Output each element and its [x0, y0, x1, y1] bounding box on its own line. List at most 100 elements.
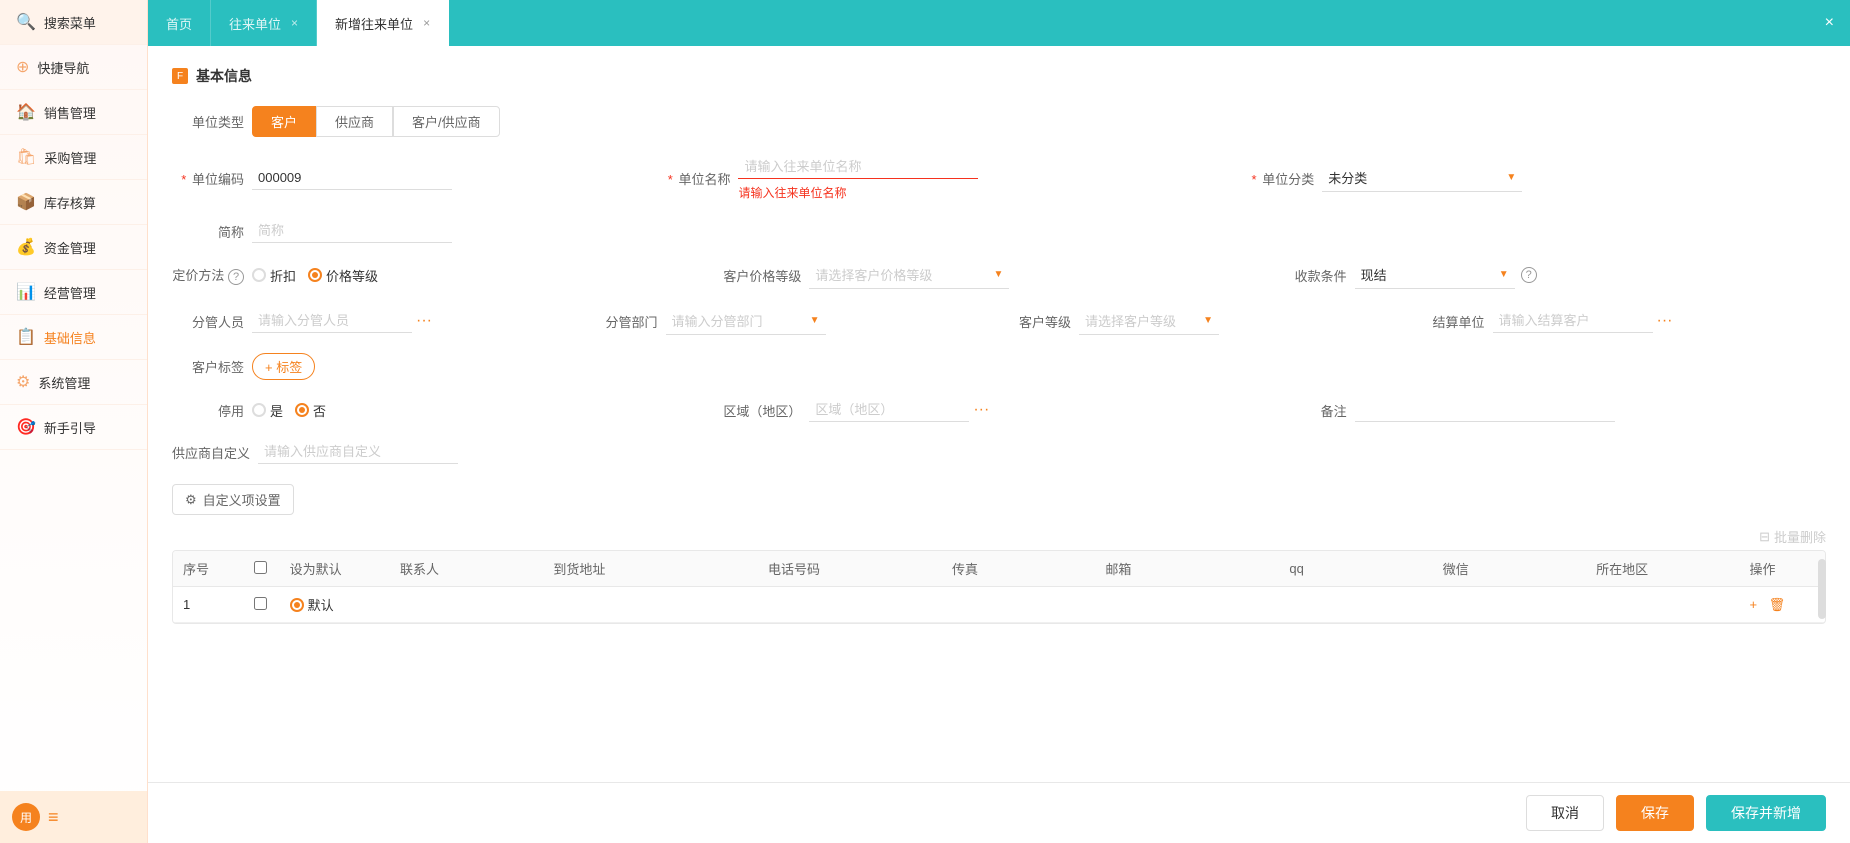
add-row-icon[interactable]: +	[1749, 597, 1757, 612]
sidebar-item-sales[interactable]: 🏠 销售管理	[0, 90, 147, 135]
batch-delete-label[interactable]: 批量删除	[1774, 527, 1826, 546]
form-row-codes: * 单位编码 * 单位名称 请输入往来单位名称 * 单位分类	[172, 155, 1826, 201]
contacts-table: 序号 设为默认 联系人 到货地址 电话号码 传真 邮箱 qq 微信 所在地区 操…	[173, 551, 1825, 623]
sidebar-item-inventory[interactable]: 📦 库存核算	[0, 180, 147, 225]
guide-icon: 🎯	[16, 417, 36, 437]
sidebar-item-purchase[interactable]: 🛍 采购管理	[0, 135, 147, 180]
customer-level-select[interactable]: 请选择客户等级 ▼	[1079, 307, 1219, 335]
cell-address	[543, 587, 758, 623]
save-button[interactable]: 保存	[1616, 795, 1694, 831]
sidebar-item-quick-nav[interactable]: ⊕ 快捷导航	[0, 45, 147, 90]
table-header: 序号 设为默认 联系人 到货地址 电话号码 传真 邮箱 qq 微信 所在地区 操…	[173, 551, 1825, 587]
pricing-radio-level[interactable]: 价格等级	[308, 266, 378, 285]
disabled-radio-no[interactable]: 否	[295, 401, 326, 420]
customer-level-label: 客户等级	[999, 312, 1079, 331]
supplier-custom-input[interactable]	[258, 440, 458, 464]
location-input[interactable]	[1596, 597, 1676, 612]
cancel-button[interactable]: 取消	[1526, 795, 1604, 831]
short-name-input[interactable]	[252, 219, 452, 243]
unit-type-label: 单位类型	[172, 112, 252, 131]
settlement-input[interactable]	[1493, 309, 1653, 333]
unit-name-error: 请输入往来单位名称	[738, 184, 978, 201]
customer-price-select[interactable]: 请选择客户价格等级 ▼	[809, 261, 1009, 289]
unit-category-select[interactable]: 未分类 ▼	[1322, 164, 1522, 192]
type-btn-customer[interactable]: 客户	[252, 106, 316, 137]
global-close-icon[interactable]: ×	[1825, 14, 1834, 32]
type-btn-both[interactable]: 客户/供应商	[393, 106, 500, 137]
settlement-label: 结算单位	[1413, 312, 1493, 331]
type-btn-supplier[interactable]: 供应商	[316, 106, 393, 137]
disabled-radio-yes[interactable]: 是	[252, 401, 283, 420]
form-content: F 基本信息 单位类型 客户 供应商 客户/供应商 * 单位编码 * 单位名称	[148, 46, 1850, 782]
unit-name-input[interactable]	[738, 155, 978, 179]
sidebar-item-finance[interactable]: 💰 资金管理	[0, 225, 147, 270]
tabs-bar: 首页 往来单位 × 新增往来单位 × ×	[148, 0, 1850, 46]
payment-help-icon[interactable]: ?	[1521, 267, 1537, 283]
row-checkbox[interactable]	[254, 597, 267, 610]
short-name-label: 简称	[172, 222, 252, 241]
sidebar-item-operations[interactable]: 📊 经营管理	[0, 270, 147, 315]
default-radio[interactable]: 默认	[290, 595, 380, 614]
customer-level-placeholder: 请选择客户等级	[1085, 311, 1199, 330]
table-row: 1 默认	[173, 587, 1825, 623]
purchase-icon: 🛍	[16, 147, 36, 167]
disabled-radio-group: 是 否	[252, 401, 326, 420]
required-star: *	[181, 172, 186, 187]
phone-input[interactable]	[768, 597, 868, 612]
qq-input[interactable]	[1289, 597, 1369, 612]
wechat-input[interactable]	[1443, 597, 1523, 612]
custom-settings-button[interactable]: ⚙ 自定义项设置	[172, 484, 294, 515]
disabled-yes-label: 是	[270, 401, 283, 420]
payment-terms-select[interactable]: 现结 ▼	[1355, 261, 1515, 289]
sidebar-item-basic-info[interactable]: 📋 基础信息	[0, 315, 147, 360]
select-all-checkbox[interactable]	[254, 561, 267, 574]
sidebar-item-guide[interactable]: 🎯 新手引导	[0, 405, 147, 450]
tab-new-partner-close[interactable]: ×	[423, 16, 430, 30]
manager-more-icon[interactable]: ···	[412, 312, 436, 330]
region-cell: 区域（地区） ···	[723, 398, 1274, 422]
contact-input[interactable]	[400, 597, 480, 612]
disabled-cell: 停用 是 否	[172, 401, 723, 420]
sidebar-item-label: 快捷导航	[37, 58, 89, 77]
unit-code-input[interactable]	[252, 166, 452, 190]
pricing-radio-discount[interactable]: 折扣	[252, 266, 296, 285]
finance-icon: 💰	[16, 237, 36, 257]
sidebar-item-search[interactable]: 🔍 搜索菜单	[0, 0, 147, 45]
tab-new-partner[interactable]: 新增往来单位 ×	[317, 0, 449, 46]
manager-input[interactable]	[252, 309, 412, 333]
delete-row-icon[interactable]: 🗑	[1769, 597, 1786, 612]
fax-input[interactable]	[952, 597, 1032, 612]
col-default: 设为默认	[280, 551, 390, 587]
remark-input[interactable]	[1355, 398, 1615, 422]
pricing-level-label: 价格等级	[326, 266, 378, 285]
radio-circle-discount	[252, 268, 266, 282]
department-select[interactable]: 请输入分管部门 ▼	[666, 307, 826, 335]
address-input[interactable]	[553, 597, 673, 612]
form-row-shortname: 简称	[172, 219, 1826, 243]
add-tag-button[interactable]: + 标签	[252, 353, 315, 380]
sidebar-item-system[interactable]: ⚙ 系统管理	[0, 360, 147, 405]
inventory-icon: 📦	[16, 192, 36, 212]
tab-partner[interactable]: 往来单位 ×	[211, 0, 317, 46]
radio-circle-yes	[252, 403, 266, 417]
sidebar-item-label: 基础信息	[44, 328, 96, 347]
remark-cell: 备注	[1275, 398, 1826, 422]
tab-home[interactable]: 首页	[148, 0, 211, 46]
region-more-icon[interactable]: ···	[969, 401, 993, 419]
chevron-down-icon: ▼	[1506, 172, 1516, 183]
scrollbar[interactable]	[1818, 559, 1826, 619]
col-contact: 联系人	[390, 551, 543, 587]
settlement-more-icon[interactable]: ···	[1653, 312, 1677, 330]
region-input[interactable]	[809, 398, 969, 422]
pricing-help-icon[interactable]: ?	[228, 269, 244, 285]
col-phone: 电话号码	[758, 551, 942, 587]
tag-cell: 客户标签 + 标签	[172, 353, 1826, 380]
cell-email	[1095, 587, 1279, 623]
cell-qq	[1279, 587, 1432, 623]
save-new-button[interactable]: 保存并新增	[1706, 795, 1826, 831]
form-row-supplier-custom: 供应商自定义	[172, 440, 1826, 464]
email-input[interactable]	[1105, 597, 1205, 612]
col-email: 邮箱	[1095, 551, 1279, 587]
tab-partner-close[interactable]: ×	[291, 16, 298, 30]
section-icon: F	[172, 68, 188, 84]
